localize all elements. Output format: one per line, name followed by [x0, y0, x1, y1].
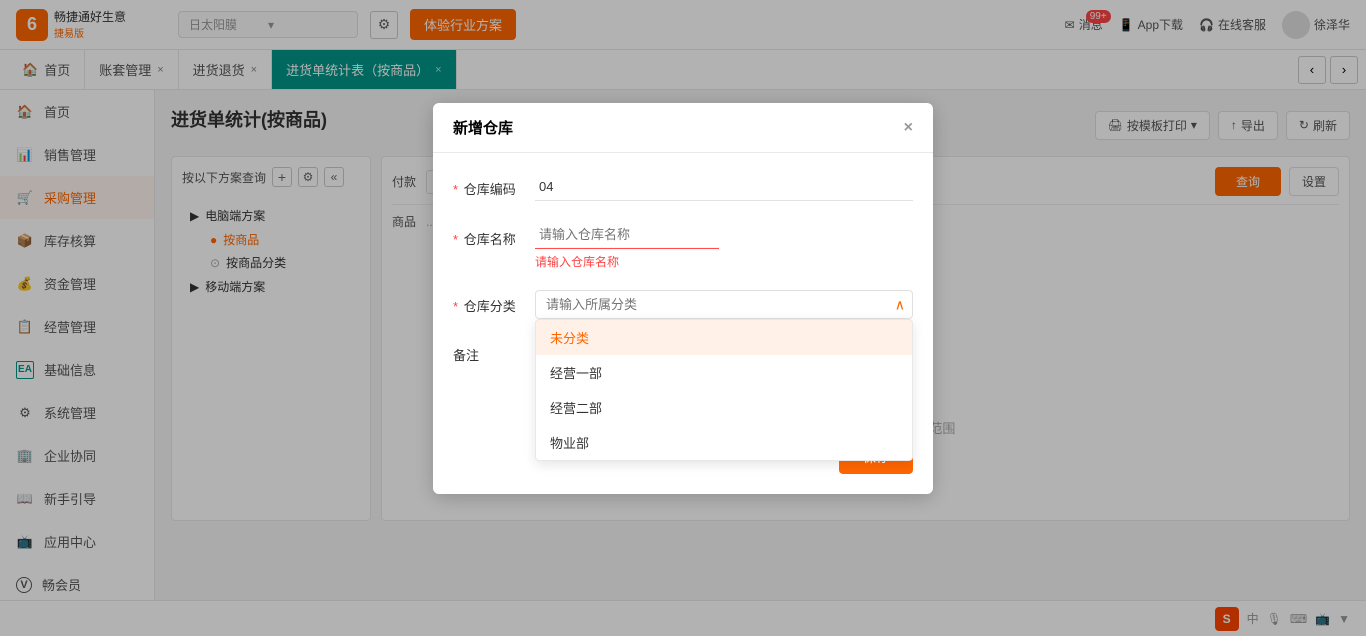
category-option-2[interactable]: 经营二部: [536, 390, 912, 425]
modal-body: * 仓库编码 * 仓库名称 请输入仓库名称 * 仓库分类: [433, 153, 933, 439]
name-required-mark: *: [453, 231, 458, 246]
modal-title: 新增仓库: [453, 117, 513, 138]
name-input[interactable]: [535, 221, 719, 249]
add-warehouse-modal: 新增仓库 × * 仓库编码 * 仓库名称 请输入仓库名称: [433, 103, 933, 494]
name-label: * 仓库名称: [453, 222, 523, 247]
code-required-mark: *: [453, 182, 458, 197]
category-dropdown: 未分类 经营一部 经营二部 物业部: [535, 319, 913, 461]
name-error-message: 请输入仓库名称: [535, 255, 619, 269]
category-required-mark: *: [453, 299, 458, 314]
modal-header: 新增仓库 ×: [433, 103, 933, 153]
category-select-wrapper: ∧ 未分类 经营一部 经营二部 物业部: [535, 290, 913, 319]
category-field-row: * 仓库分类 ∧ 未分类 经营一部 经营二部 物业部: [453, 290, 913, 319]
category-label: * 仓库分类: [453, 290, 523, 315]
category-option-3[interactable]: 物业部: [536, 425, 912, 460]
name-field-row: * 仓库名称 请输入仓库名称: [453, 221, 913, 270]
code-input[interactable]: [535, 173, 913, 201]
code-label: * 仓库编码: [453, 173, 523, 198]
remark-label: 备注: [453, 339, 523, 364]
code-field-row: * 仓库编码: [453, 173, 913, 201]
modal-close-icon[interactable]: ×: [904, 118, 913, 136]
category-input[interactable]: [535, 290, 913, 319]
select-arrow-icon: ∧: [895, 296, 905, 313]
category-option-0[interactable]: 未分类: [536, 320, 912, 355]
category-option-1[interactable]: 经营一部: [536, 355, 912, 390]
